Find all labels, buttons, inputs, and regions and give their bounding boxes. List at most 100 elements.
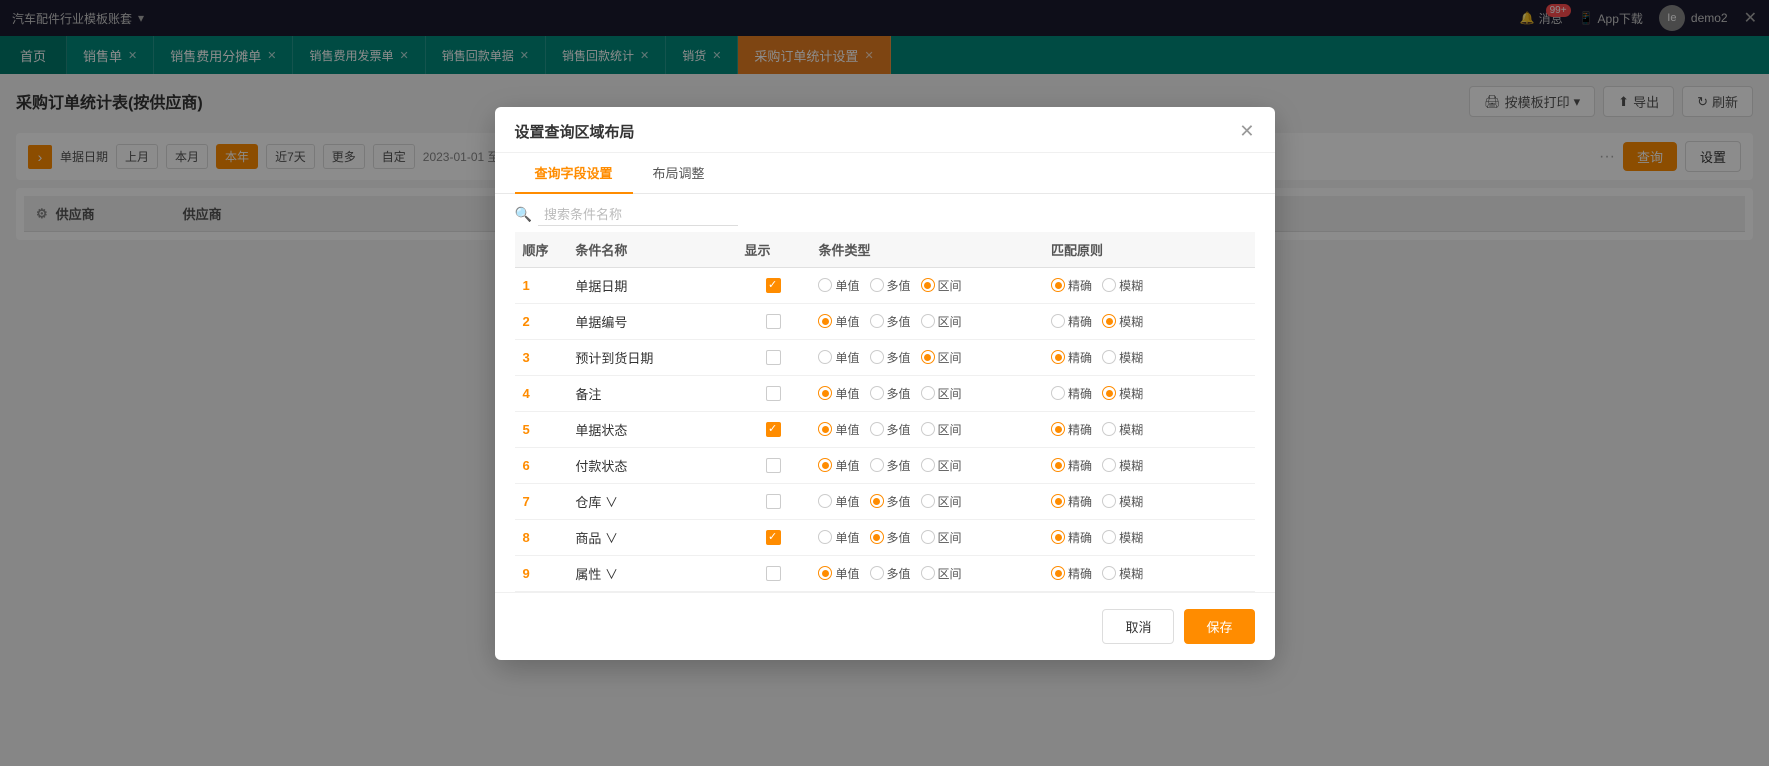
type-option-区间[interactable]: 区间 [921, 565, 962, 582]
row-display[interactable] [736, 411, 810, 447]
radio-label: 多值 [887, 493, 911, 510]
display-checkbox[interactable] [766, 278, 781, 293]
radio-circle [818, 494, 832, 508]
type-option-单值[interactable]: 单值 [818, 493, 859, 510]
display-checkbox[interactable] [766, 422, 781, 437]
modal-tab-query[interactable]: 查询字段设置 [515, 153, 633, 194]
radio-label: 多值 [887, 529, 911, 546]
radio-circle [1051, 314, 1065, 328]
type-option-单值[interactable]: 单值 [818, 421, 859, 438]
rule-option-精确[interactable]: 精确 [1051, 313, 1092, 330]
radio-circle [870, 314, 884, 328]
row-display[interactable] [736, 555, 810, 591]
modal-tabs: 查询字段设置 布局调整 [495, 153, 1275, 194]
rule-option-精确[interactable]: 精确 [1051, 349, 1092, 366]
display-checkbox[interactable] [766, 566, 781, 581]
rule-option-模糊[interactable]: 模糊 [1102, 313, 1143, 330]
cancel-btn[interactable]: 取消 [1102, 609, 1174, 644]
type-option-区间[interactable]: 区间 [921, 313, 962, 330]
table-row: 7仓库 ∨单值多值区间精确模糊 [515, 483, 1255, 519]
type-option-单值[interactable]: 单值 [818, 349, 859, 366]
row-rule: 精确模糊 [1043, 555, 1254, 591]
table-row: 8商品 ∨单值多值区间精确模糊 [515, 519, 1255, 555]
radio-circle [1102, 530, 1116, 544]
rule-option-模糊[interactable]: 模糊 [1102, 385, 1143, 402]
rule-option-模糊[interactable]: 模糊 [1102, 457, 1143, 474]
row-display[interactable] [736, 303, 810, 339]
radio-circle [1051, 350, 1065, 364]
type-option-单值[interactable]: 单值 [818, 277, 859, 294]
type-option-多值[interactable]: 多值 [870, 457, 911, 474]
type-option-区间[interactable]: 区间 [921, 421, 962, 438]
radio-label: 区间 [938, 565, 962, 582]
display-checkbox[interactable] [766, 314, 781, 329]
rule-option-精确[interactable]: 精确 [1051, 565, 1092, 582]
rule-option-模糊[interactable]: 模糊 [1102, 529, 1143, 546]
type-option-多值[interactable]: 多值 [870, 313, 911, 330]
col-display-header: 显示 [736, 232, 810, 268]
row-display[interactable] [736, 375, 810, 411]
radio-circle [870, 386, 884, 400]
rule-option-精确[interactable]: 精确 [1051, 421, 1092, 438]
modal-title: 设置查询区域布局 [515, 121, 635, 142]
modal-tab-layout[interactable]: 布局调整 [633, 153, 725, 194]
row-name: 备注 [567, 375, 736, 411]
display-checkbox[interactable] [766, 530, 781, 545]
row-type: 单值多值区间 [810, 375, 1043, 411]
type-option-区间[interactable]: 区间 [921, 385, 962, 402]
settings-modal: 设置查询区域布局 ✕ 查询字段设置 布局调整 🔍 顺序 条件名称 [495, 107, 1275, 660]
display-checkbox[interactable] [766, 494, 781, 509]
table-row: 1单据日期单值多值区间精确模糊 [515, 267, 1255, 303]
type-option-多值[interactable]: 多值 [870, 385, 911, 402]
type-option-区间[interactable]: 区间 [921, 277, 962, 294]
display-checkbox[interactable] [766, 386, 781, 401]
radio-circle [921, 566, 935, 580]
display-checkbox[interactable] [766, 458, 781, 473]
rule-option-模糊[interactable]: 模糊 [1102, 349, 1143, 366]
type-option-区间[interactable]: 区间 [921, 493, 962, 510]
search-input[interactable] [538, 204, 738, 226]
type-option-单值[interactable]: 单值 [818, 565, 859, 582]
radio-label: 精确 [1068, 529, 1092, 546]
type-option-多值[interactable]: 多值 [870, 349, 911, 366]
type-option-区间[interactable]: 区间 [921, 349, 962, 366]
type-option-单值[interactable]: 单值 [818, 457, 859, 474]
rule-option-模糊[interactable]: 模糊 [1102, 421, 1143, 438]
type-option-区间[interactable]: 区间 [921, 529, 962, 546]
row-display[interactable] [736, 267, 810, 303]
type-option-单值[interactable]: 单值 [818, 313, 859, 330]
type-option-多值[interactable]: 多值 [870, 493, 911, 510]
table-row: 2单据编号单值多值区间精确模糊 [515, 303, 1255, 339]
rule-option-模糊[interactable]: 模糊 [1102, 493, 1143, 510]
radio-circle [818, 566, 832, 580]
row-display[interactable] [736, 447, 810, 483]
table-header: 顺序 条件名称 显示 条件类型 匹配原则 [515, 232, 1255, 268]
rule-option-精确[interactable]: 精确 [1051, 493, 1092, 510]
row-display[interactable] [736, 483, 810, 519]
radio-label: 精确 [1068, 457, 1092, 474]
rule-option-精确[interactable]: 精确 [1051, 457, 1092, 474]
type-option-单值[interactable]: 单值 [818, 385, 859, 402]
col-seq-header: 顺序 [515, 232, 568, 268]
modal-close-btn[interactable]: ✕ [1239, 122, 1254, 140]
radio-circle [921, 494, 935, 508]
rule-option-模糊[interactable]: 模糊 [1102, 277, 1143, 294]
rule-option-模糊[interactable]: 模糊 [1102, 565, 1143, 582]
type-option-多值[interactable]: 多值 [870, 277, 911, 294]
rule-option-精确[interactable]: 精确 [1051, 385, 1092, 402]
display-checkbox[interactable] [766, 350, 781, 365]
type-option-多值[interactable]: 多值 [870, 421, 911, 438]
radio-circle [870, 350, 884, 364]
rule-option-精确[interactable]: 精确 [1051, 277, 1092, 294]
type-option-单值[interactable]: 单值 [818, 529, 859, 546]
radio-label: 模糊 [1119, 421, 1143, 438]
save-btn[interactable]: 保存 [1184, 609, 1254, 644]
rule-option-精确[interactable]: 精确 [1051, 529, 1092, 546]
row-display[interactable] [736, 339, 810, 375]
row-display[interactable] [736, 519, 810, 555]
type-option-多值[interactable]: 多值 [870, 565, 911, 582]
type-option-区间[interactable]: 区间 [921, 457, 962, 474]
radio-label: 区间 [938, 529, 962, 546]
type-option-多值[interactable]: 多值 [870, 529, 911, 546]
row-seq: 5 [515, 411, 568, 447]
